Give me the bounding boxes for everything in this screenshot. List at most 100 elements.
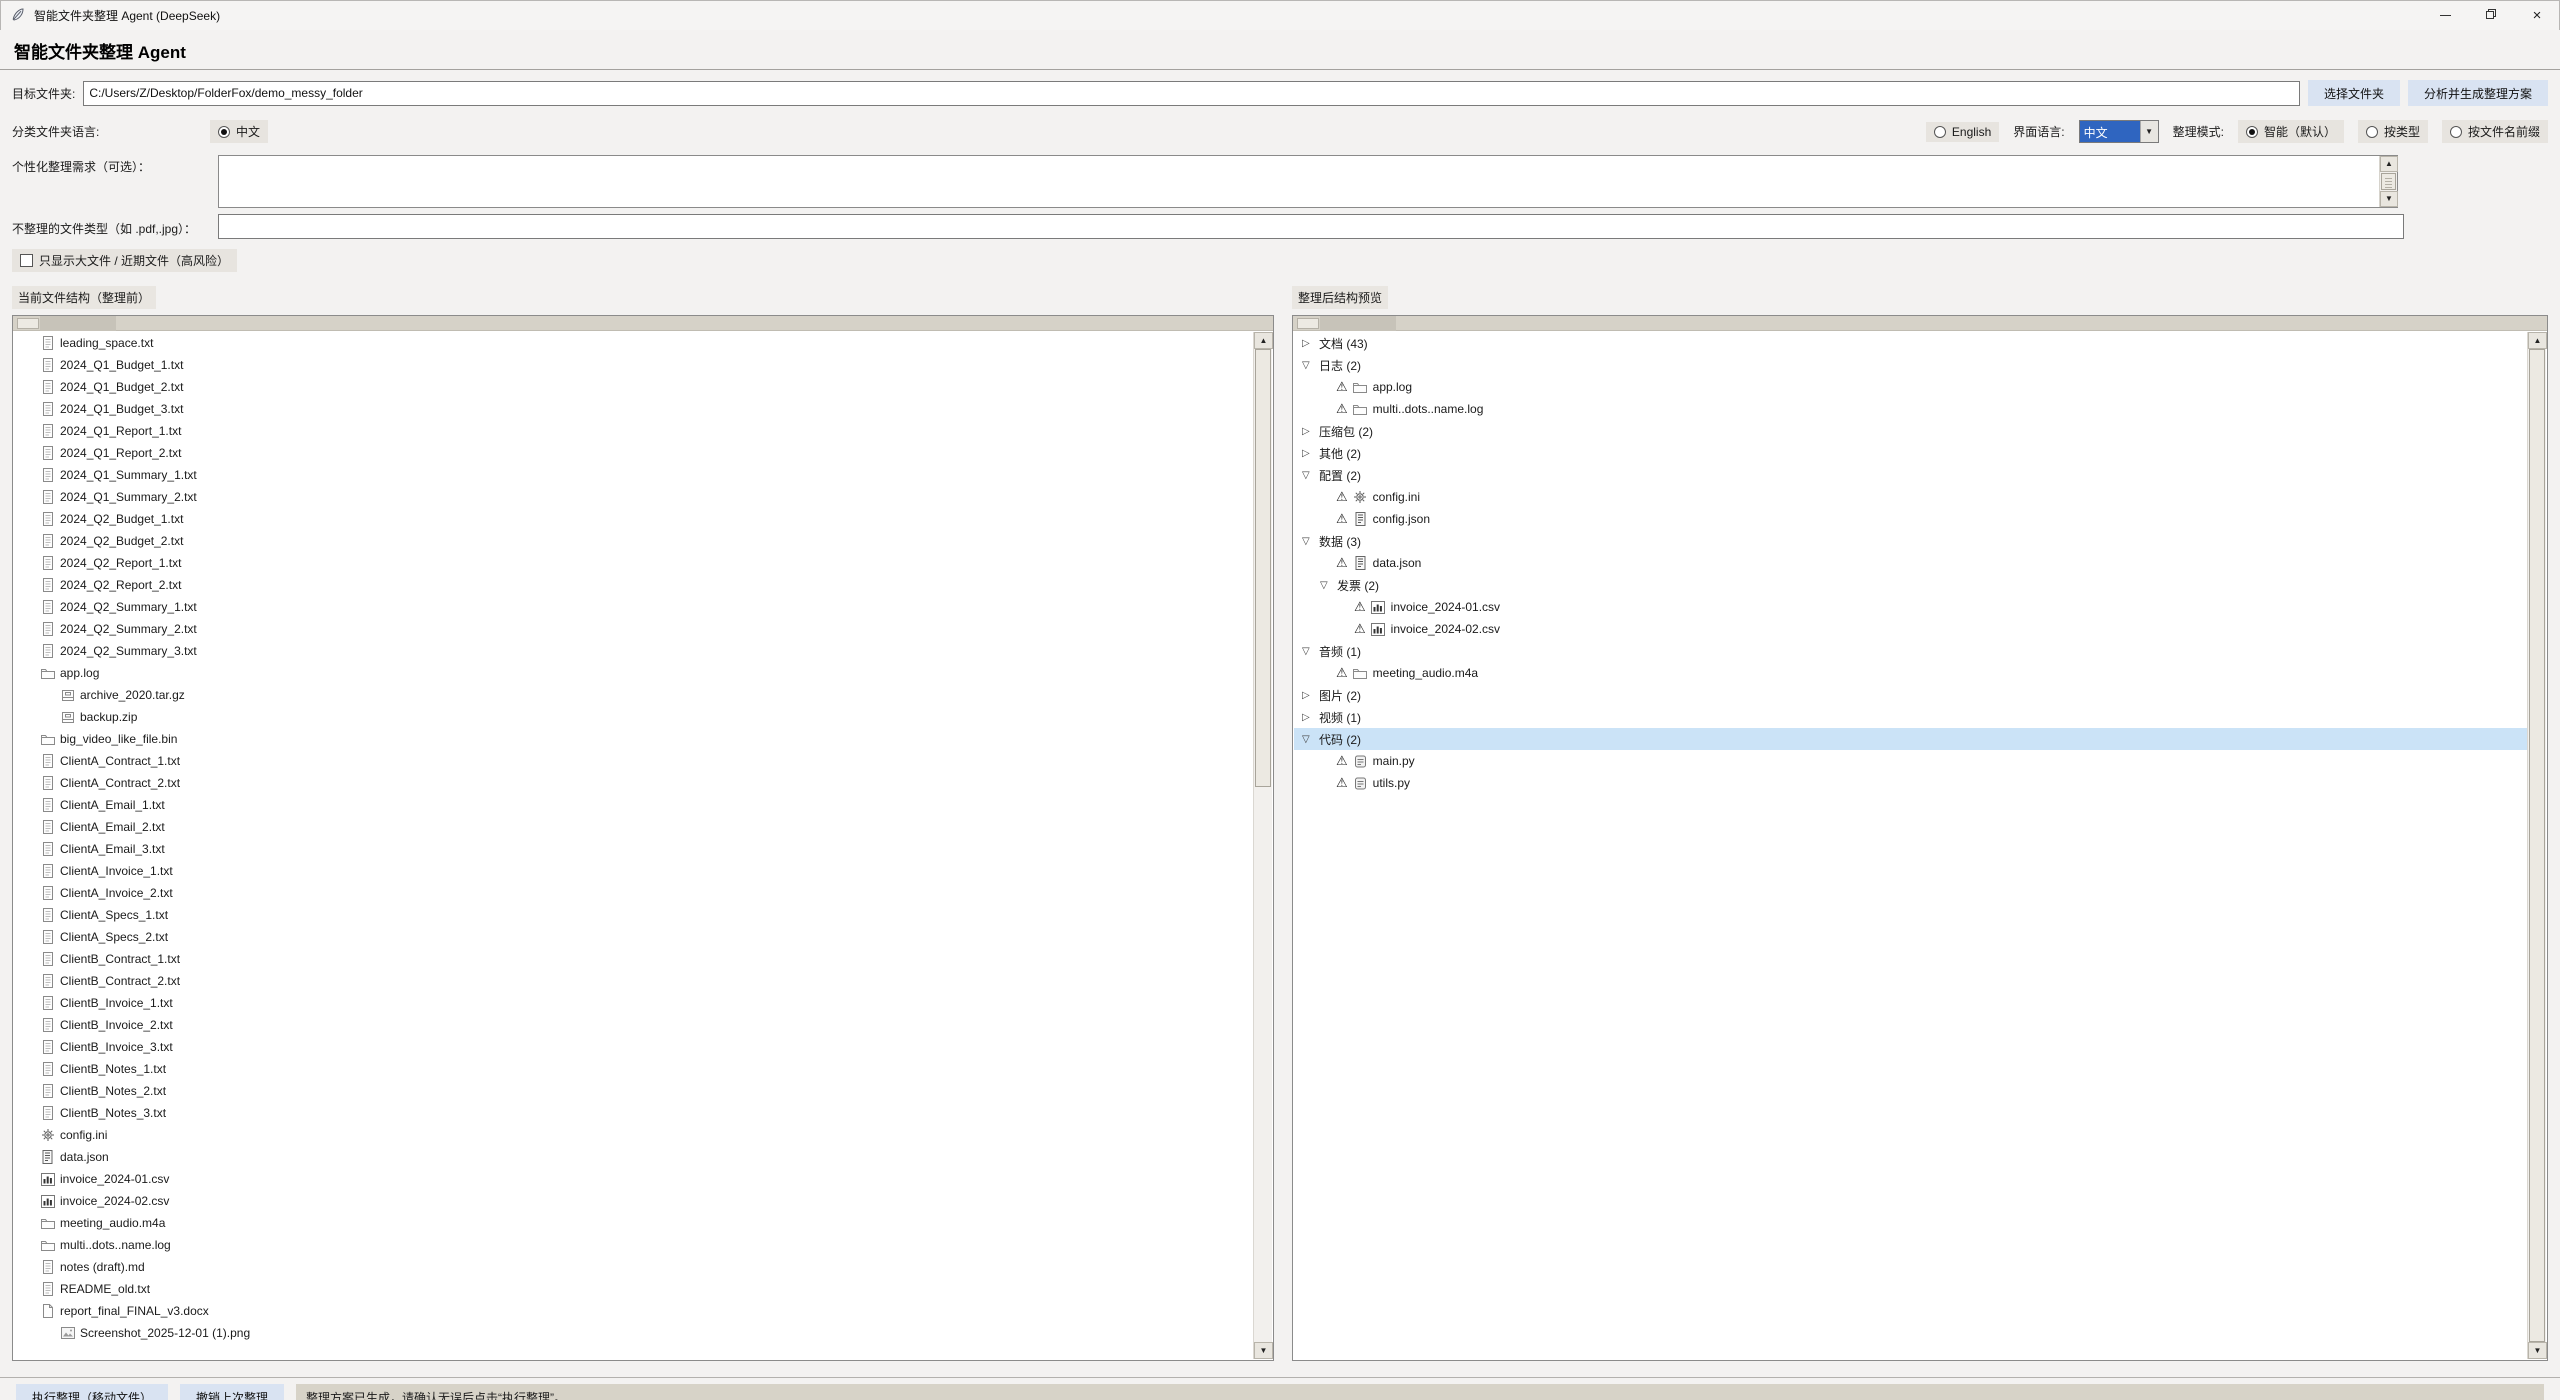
scroll-up-button[interactable]: ▲ [1254,332,1273,349]
file-row[interactable]: 2024_Q2_Summary_3.txt [14,640,1253,662]
ui-language-select[interactable]: 中文 ▼ [2078,120,2159,143]
file-row[interactable]: ⚠ meeting_audio.m4a [1294,662,2527,684]
restore-button[interactable] [2468,0,2514,30]
scrollbar-thumb[interactable] [2529,349,2545,1342]
category-row[interactable]: ▷ 其他 (2) [1294,442,2527,464]
file-row[interactable]: ClientA_Invoice_2.txt [14,882,1253,904]
textarea-scrollbar[interactable]: ▲ ▼ [2379,156,2398,207]
file-row[interactable]: ClientA_Contract_1.txt [14,750,1253,772]
analyze-button[interactable]: 分析并生成整理方案 [2407,80,2548,106]
file-row[interactable]: 2024_Q2_Summary_1.txt [14,596,1253,618]
file-row[interactable]: 2024_Q2_Report_2.txt [14,574,1253,596]
file-row[interactable]: multi..dots..name.log [14,1234,1253,1256]
category-row[interactable]: ▷ 压缩包 (2) [1294,420,2527,442]
category-row[interactable]: ▽ 发票 (2) [1294,574,2527,596]
choose-folder-button[interactable]: 选择文件夹 [2307,80,2400,106]
radio-chinese[interactable]: 中文 [210,120,269,143]
file-row[interactable]: config.ini [14,1124,1253,1146]
file-row[interactable]: ⚠ data.json [1294,552,2527,574]
close-button[interactable]: × [2514,0,2560,30]
category-row[interactable]: ▷ 文档 (43) [1294,332,2527,354]
ignore-types-input[interactable] [218,214,2404,239]
expanded-arrow-icon[interactable]: ▽ [1320,580,1332,591]
file-row[interactable]: 2024_Q1_Budget_3.txt [14,398,1253,420]
file-row[interactable]: ClientA_Email_2.txt [14,816,1253,838]
file-row[interactable]: ClientB_Notes_3.txt [14,1102,1253,1124]
file-row[interactable]: notes (draft).md [14,1256,1253,1278]
collapsed-arrow-icon[interactable]: ▷ [1302,338,1314,349]
expanded-arrow-icon[interactable]: ▽ [1302,646,1314,657]
file-row[interactable]: ⚠ multi..dots..name.log [1294,398,2527,420]
file-row[interactable]: ClientB_Notes_2.txt [14,1080,1253,1102]
tree-column-header[interactable] [13,316,1273,331]
file-row[interactable]: ⚠ app.log [1294,376,2527,398]
scroll-down-button[interactable]: ▼ [1254,1342,1273,1359]
file-row[interactable]: 2024_Q2_Budget_1.txt [14,508,1253,530]
file-row[interactable]: ClientB_Invoice_2.txt [14,1014,1253,1036]
file-row[interactable]: data.json [14,1146,1253,1168]
file-row[interactable]: big_video_like_file.bin [14,728,1253,750]
file-row[interactable]: ClientB_Invoice_3.txt [14,1036,1253,1058]
radio-mode-smart[interactable]: 智能（默认） [2237,120,2344,143]
file-row[interactable]: ClientB_Notes_1.txt [14,1058,1253,1080]
category-row[interactable]: ▽ 音频 (1) [1294,640,2527,662]
file-row[interactable]: ClientB_Invoice_1.txt [14,992,1253,1014]
undo-button[interactable]: 撤销上次整理 [180,1384,285,1400]
category-row[interactable]: ▽ 数据 (3) [1294,530,2527,552]
file-row[interactable]: ⚠ main.py [1294,750,2527,772]
target-folder-input[interactable] [83,80,2300,106]
radio-english[interactable]: English [1925,121,2000,142]
file-row[interactable]: ClientA_Specs_1.txt [14,904,1253,926]
collapsed-arrow-icon[interactable]: ▷ [1302,448,1314,459]
scrollbar-thumb[interactable] [1255,349,1271,787]
file-row[interactable]: meeting_audio.m4a [14,1212,1253,1234]
expanded-arrow-icon[interactable]: ▽ [1302,536,1314,547]
file-row[interactable]: 2024_Q1_Summary_2.txt [14,486,1253,508]
file-row[interactable]: archive_2020.tar.gz [14,684,1253,706]
radio-mode-by-type[interactable]: 按类型 [2357,120,2428,143]
filter-large-recent-checkbox[interactable]: 只显示大文件 / 近期文件（高风险） [12,249,238,272]
category-row[interactable]: ▷ 视频 (1) [1294,706,2527,728]
file-row[interactable]: 2024_Q1_Budget_1.txt [14,354,1253,376]
file-row[interactable]: invoice_2024-01.csv [14,1168,1253,1190]
category-row[interactable]: ▽ 代码 (2) [1294,728,2527,750]
file-row[interactable]: Screenshot_2025-12-01 (1).png [14,1322,1253,1344]
file-row[interactable]: ClientA_Invoice_1.txt [14,860,1253,882]
expanded-arrow-icon[interactable]: ▽ [1302,360,1314,371]
file-row[interactable]: ⚠ invoice_2024-02.csv [1294,618,2527,640]
file-row[interactable]: 2024_Q2_Summary_2.txt [14,618,1253,640]
category-row[interactable]: ▷ 图片 (2) [1294,684,2527,706]
file-row[interactable]: app.log [14,662,1253,684]
scroll-down-button[interactable]: ▼ [2380,191,2398,207]
right-tree-scrollbar[interactable]: ▲ ▼ [2527,332,2547,1359]
file-row[interactable]: report_final_FINAL_v3.docx [14,1300,1253,1322]
file-row[interactable]: ⚠ config.json [1294,508,2527,530]
scroll-up-button[interactable]: ▲ [2528,332,2547,349]
collapsed-arrow-icon[interactable]: ▷ [1302,690,1314,701]
chevron-down-icon[interactable]: ▼ [2139,121,2158,142]
file-row[interactable]: 2024_Q2_Budget_2.txt [14,530,1253,552]
file-row[interactable]: ClientB_Contract_1.txt [14,948,1253,970]
file-row[interactable]: backup.zip [14,706,1253,728]
collapsed-arrow-icon[interactable]: ▷ [1302,426,1314,437]
file-row[interactable]: ClientA_Email_1.txt [14,794,1253,816]
file-row[interactable]: 2024_Q1_Report_2.txt [14,442,1253,464]
tree-column-header[interactable] [1293,316,2547,331]
file-row[interactable]: invoice_2024-02.csv [14,1190,1253,1212]
file-row[interactable]: 2024_Q1_Summary_1.txt [14,464,1253,486]
file-row[interactable]: ⚠ utils.py [1294,772,2527,794]
scroll-down-button[interactable]: ▼ [2528,1342,2547,1359]
file-row[interactable]: ⚠ invoice_2024-01.csv [1294,596,2527,618]
expanded-arrow-icon[interactable]: ▽ [1302,734,1314,745]
execute-button[interactable]: 执行整理（移动文件） [16,1384,169,1400]
expanded-arrow-icon[interactable]: ▽ [1302,470,1314,481]
radio-mode-by-prefix[interactable]: 按文件名前缀 [2441,120,2548,143]
minimize-button[interactable] [2422,0,2468,30]
collapsed-arrow-icon[interactable]: ▷ [1302,712,1314,723]
file-row[interactable]: 2024_Q1_Report_1.txt [14,420,1253,442]
file-row[interactable]: 2024_Q1_Budget_2.txt [14,376,1253,398]
category-row[interactable]: ▽ 配置 (2) [1294,464,2527,486]
file-row[interactable]: ClientA_Email_3.txt [14,838,1253,860]
file-row[interactable]: 2024_Q2_Report_1.txt [14,552,1253,574]
scroll-up-button[interactable]: ▲ [2380,156,2398,172]
